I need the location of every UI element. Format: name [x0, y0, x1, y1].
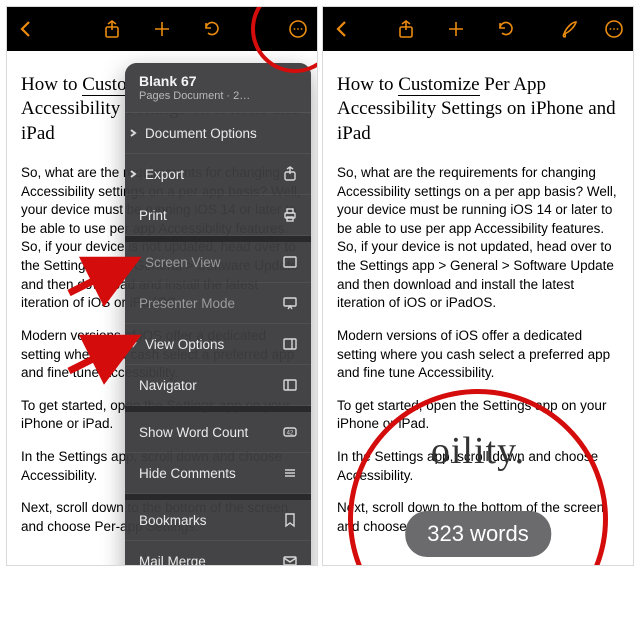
menu-item-label: Export	[145, 167, 281, 182]
chev-down-icon	[127, 339, 139, 349]
menu-item-screen-view[interactable]: Screen View	[125, 242, 311, 283]
undo-icon[interactable]	[201, 18, 223, 40]
title-text: How to	[337, 74, 398, 95]
svg-text:42: 42	[287, 431, 294, 437]
menu-item-label: View Options	[145, 337, 281, 352]
panel-left-icon	[281, 376, 299, 394]
menu-item-hide-comments[interactable]: Hide Comments	[125, 453, 311, 494]
more-icon[interactable]	[287, 18, 309, 40]
brush-icon[interactable]	[559, 18, 581, 40]
document-paragraph: Modern versions of iOS offer a dedicated…	[337, 327, 619, 383]
document-popover: Blank 67 Pages Document · 2… Document Op…	[125, 63, 311, 566]
toolbar	[7, 7, 317, 51]
screenshot-right: How to Customize Per App Accessibility S…	[322, 6, 634, 566]
add-icon[interactable]	[445, 18, 467, 40]
popover-menu: Document Options Export Print Screen View Pr…	[125, 113, 311, 566]
share-icon[interactable]	[395, 18, 417, 40]
popover-doc-sub: Pages Document · 2…	[139, 90, 299, 102]
lines-icon	[281, 464, 299, 482]
panel-right-icon	[281, 335, 299, 353]
menu-item-label: Document Options	[145, 126, 281, 141]
menu-item-label: Hide Comments	[139, 466, 281, 481]
rect-icon	[281, 253, 299, 271]
toolbar	[323, 7, 633, 51]
document-paragraph: So, what are the requirements for changi…	[337, 164, 619, 313]
menu-item-presenter-mode[interactable]: Presenter Mode	[125, 283, 311, 324]
menu-item-navigator[interactable]: Navigator	[125, 365, 311, 406]
annotation-circle-wordcount: oility. 323 words P	[348, 389, 608, 566]
title-underlined: Customize	[398, 74, 479, 96]
chevron-icon	[281, 124, 299, 142]
back-button[interactable]	[331, 18, 353, 40]
mail-icon	[281, 552, 299, 566]
menu-item-label: Mail Merge	[139, 554, 281, 567]
menu-item-print[interactable]: Print	[125, 195, 311, 236]
print-icon	[281, 206, 299, 224]
menu-item-bookmarks[interactable]: Bookmarks	[125, 500, 311, 541]
back-button[interactable]	[15, 18, 37, 40]
title-text: How to	[21, 74, 82, 95]
menu-item-export[interactable]: Export	[125, 154, 311, 195]
menu-item-document-options[interactable]: Document Options	[125, 113, 311, 154]
counter-icon: 42	[281, 423, 299, 441]
menu-item-label: Show Word Count	[139, 425, 281, 440]
undo-icon[interactable]	[495, 18, 517, 40]
more-icon[interactable]	[603, 18, 625, 40]
chev-right-icon	[127, 128, 139, 138]
popover-header[interactable]: Blank 67 Pages Document · 2…	[125, 63, 311, 113]
menu-item-label: Presenter Mode	[139, 296, 281, 311]
popover-doc-name: Blank 67	[139, 73, 299, 89]
menu-item-label: Navigator	[139, 378, 281, 393]
document-title: How to Customize Per App Accessibility S…	[337, 73, 619, 146]
add-icon[interactable]	[151, 18, 173, 40]
menu-item-show-word-count[interactable]: Show Word Count 42	[125, 412, 311, 453]
check-icon	[127, 257, 139, 267]
chev-right-icon	[127, 169, 139, 179]
bookmark-icon	[281, 511, 299, 529]
share-icon[interactable]	[101, 18, 123, 40]
screenshot-left: How to Customize Per App Accessibility S…	[6, 6, 318, 566]
presenter-icon	[281, 294, 299, 312]
menu-item-label: Screen View	[145, 255, 281, 270]
menu-item-view-options[interactable]: View Options	[125, 324, 311, 365]
share-icon	[281, 165, 299, 183]
menu-item-label: Bookmarks	[139, 513, 281, 528]
menu-item-mail-merge[interactable]: Mail Merge	[125, 541, 311, 566]
menu-item-label: Print	[139, 208, 281, 223]
